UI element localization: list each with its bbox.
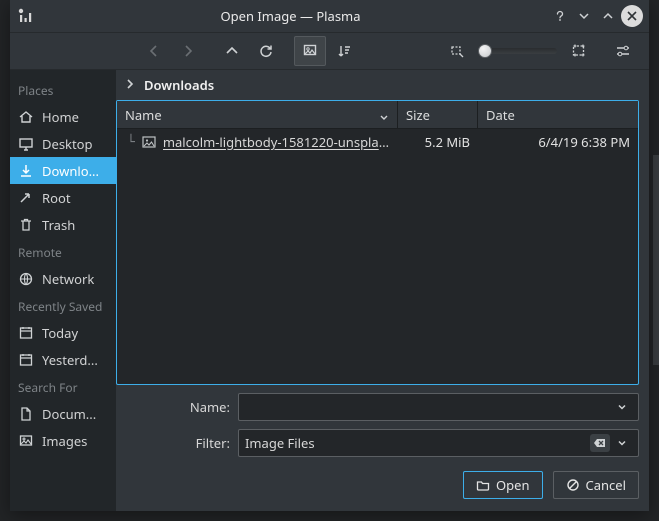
filter-dropdown-button[interactable] [612, 438, 632, 448]
clear-filter-button[interactable] [590, 434, 610, 452]
calendar-icon [18, 352, 34, 368]
sidebar-item-downloads[interactable]: Downlo... [10, 157, 116, 184]
name-label: Name: [116, 398, 230, 416]
file-dialog: Open Image — Plasma Places [10, 0, 649, 511]
name-field[interactable] [238, 393, 639, 421]
sidebar-item-label: Desktop [42, 135, 93, 153]
zoom-slider[interactable] [479, 48, 557, 54]
toolbar [10, 32, 649, 70]
icon-view-button[interactable] [294, 36, 326, 66]
column-header-name[interactable]: Name [117, 101, 398, 128]
sidebar-item-documents[interactable]: Docum... [10, 400, 116, 427]
sidebar-item-today[interactable]: Today [10, 319, 116, 346]
document-icon [18, 406, 34, 422]
cancel-icon [566, 478, 580, 492]
image-file-icon [141, 134, 157, 150]
file-row[interactable]: └ malcolm-lightbody-1581220-unsplash.jpg… [117, 129, 638, 155]
zoom-slider-thumb[interactable] [478, 44, 492, 58]
remote-header: Remote [10, 238, 116, 265]
sidebar-item-label: Today [42, 324, 78, 342]
home-icon [18, 109, 34, 125]
sidebar-item-home[interactable]: Home [10, 103, 116, 130]
folder-open-icon [476, 478, 490, 492]
calendar-icon [18, 325, 34, 341]
zoom-out-button[interactable] [441, 36, 473, 66]
root-icon [18, 190, 34, 206]
sidebar-item-label: Images [42, 432, 87, 450]
settings-button[interactable] [607, 36, 639, 66]
image-icon [18, 433, 34, 449]
nav-back-button[interactable] [138, 36, 170, 66]
filter-label: Filter: [116, 434, 230, 452]
breadcrumb-current[interactable]: Downloads [144, 76, 214, 94]
tree-branch-glyph: └ [127, 135, 135, 150]
file-listing: Name Size Date └ malcolm-lightbody-1581 [116, 100, 639, 385]
reload-button[interactable] [250, 36, 282, 66]
nav-up-button[interactable] [216, 36, 248, 66]
sidebar-item-root[interactable]: Root [10, 184, 116, 211]
help-button[interactable] [549, 5, 571, 27]
search-header: Search For [10, 373, 116, 400]
close-button[interactable] [621, 5, 643, 27]
downloads-icon [18, 163, 34, 179]
breadcrumb[interactable]: Downloads [116, 70, 639, 100]
chevron-right-icon [124, 76, 136, 94]
name-dropdown-button[interactable] [612, 402, 632, 412]
sidebar-item-network[interactable]: Network [10, 265, 116, 292]
nav-forward-button[interactable] [172, 36, 204, 66]
filter-input[interactable] [245, 434, 590, 452]
network-icon [18, 271, 34, 287]
sidebar-item-label: Yesterd... [42, 351, 98, 369]
maximize-button[interactable] [597, 5, 619, 27]
sidebar-item-label: Trash [42, 216, 75, 234]
open-button[interactable]: Open [463, 471, 543, 499]
sort-indicator-icon [379, 106, 389, 124]
column-header-date[interactable]: Date [478, 101, 638, 128]
sidebar-item-label: Home [42, 108, 79, 126]
sidebar-item-label: Root [42, 189, 71, 207]
sidebar-item-label: Downlo... [42, 162, 99, 180]
desktop-icon [18, 136, 34, 152]
column-headers: Name Size Date [117, 101, 638, 129]
recent-header: Recently Saved [10, 292, 116, 319]
places-panel: Places Home Desktop Downlo... Root Trash [10, 70, 116, 511]
sidebar-item-trash[interactable]: Trash [10, 211, 116, 238]
sidebar-item-yesterday[interactable]: Yesterd... [10, 346, 116, 373]
file-size: 5.2 MiB [398, 133, 478, 151]
column-header-size[interactable]: Size [398, 101, 478, 128]
sort-button[interactable] [328, 36, 360, 66]
minimize-button[interactable] [573, 5, 595, 27]
trash-icon [18, 217, 34, 233]
places-header: Places [10, 76, 116, 103]
file-name[interactable]: malcolm-lightbody-1581220-unsplash.jpg [163, 133, 390, 151]
sidebar-item-desktop[interactable]: Desktop [10, 130, 116, 157]
sidebar-item-label: Docum... [42, 405, 96, 423]
name-input[interactable] [245, 398, 612, 416]
cancel-button[interactable]: Cancel [553, 471, 639, 499]
filter-field[interactable] [238, 429, 639, 457]
sidebar-item-images[interactable]: Images [10, 427, 116, 454]
zoom-in-button[interactable] [563, 36, 595, 66]
plasma-icon [18, 8, 34, 24]
sidebar-item-label: Network [42, 270, 94, 288]
titlebar: Open Image — Plasma [10, 0, 649, 32]
window-title: Open Image — Plasma [34, 7, 547, 25]
file-date: 6/4/19 6:38 PM [478, 133, 638, 151]
